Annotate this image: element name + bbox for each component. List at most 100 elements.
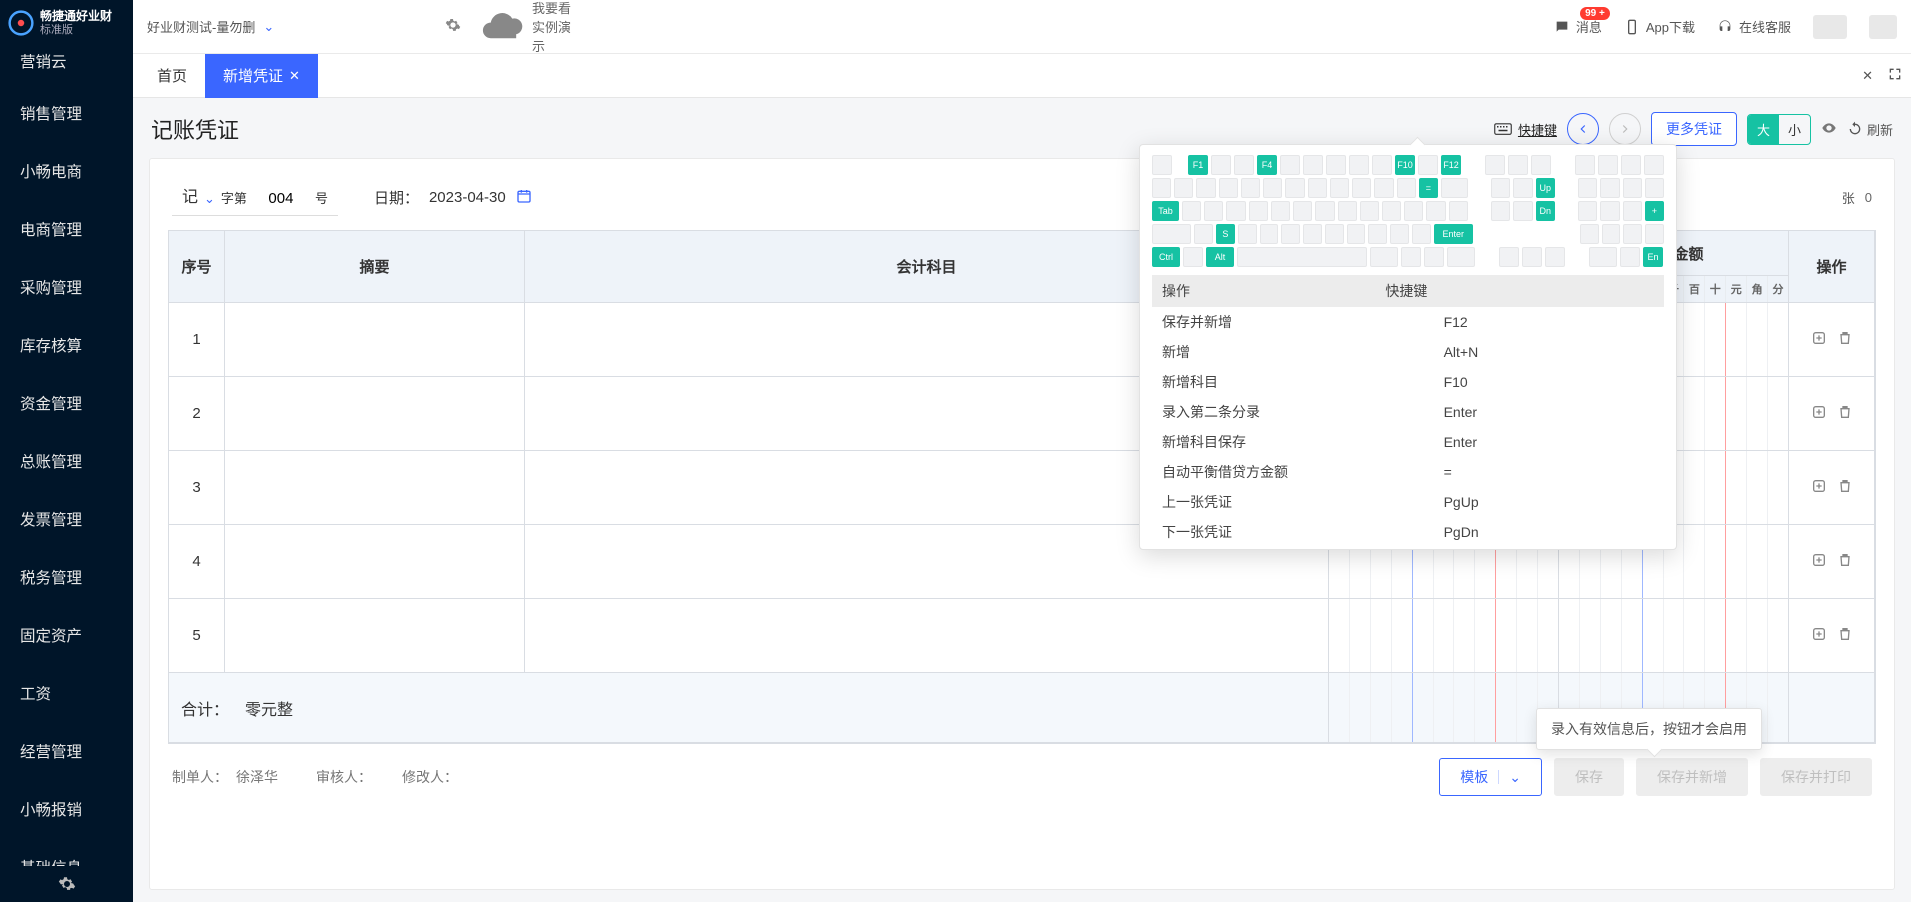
sidebar-item[interactable]: 发票管理 — [0, 490, 133, 548]
headset-icon — [1717, 19, 1733, 35]
add-row-button[interactable] — [1811, 330, 1827, 350]
delete-row-button[interactable] — [1837, 552, 1853, 572]
sidebar-item[interactable]: 电商管理 — [0, 200, 133, 258]
delete-row-button[interactable] — [1837, 626, 1853, 646]
keyboard-diagram: F1F4F10F12 =Up TabDn+ SEnter CtrlAltEn — [1152, 155, 1664, 267]
credit-cell[interactable] — [1559, 599, 1789, 673]
next-voucher-button[interactable] — [1609, 113, 1641, 145]
customer-service-button[interactable]: 在线客服 — [1717, 17, 1791, 36]
modifier-info: 修改人： — [402, 767, 458, 787]
shortcut-key: PgDn — [1434, 517, 1664, 543]
disabled-tip: 录入有效信息后，按钮才会启用 — [1536, 708, 1762, 750]
size-big[interactable]: 大 — [1748, 115, 1779, 144]
page-title: 记账凭证 — [151, 113, 239, 145]
col-summary: 摘要 — [225, 231, 525, 303]
summary-cell[interactable] — [225, 525, 525, 599]
attachment-label: 张 — [1842, 188, 1855, 207]
refresh-button[interactable]: 刷新 — [1847, 120, 1893, 139]
chevron-down-icon: ⌄ — [263, 19, 274, 35]
more-vouchers-button[interactable]: 更多凭证 — [1651, 112, 1737, 146]
topbar: 好业财测试-量勿删 ⌄ 我要看实例演示 消息 99 + App下载 — [133, 0, 1911, 54]
brand-version: 标准版 — [40, 24, 112, 36]
delete-row-button[interactable] — [1837, 478, 1853, 498]
refresh-icon — [1847, 121, 1863, 137]
account-cell[interactable] — [525, 599, 1329, 673]
attachment-button[interactable]: 0 — [1863, 190, 1872, 205]
add-row-button[interactable] — [1811, 552, 1827, 572]
sidebar-item[interactable]: 总账管理 — [0, 432, 133, 490]
sidebar-item[interactable]: 小畅报销 — [0, 780, 133, 838]
summary-cell[interactable] — [225, 599, 525, 673]
sidebar-item[interactable]: 税务管理 — [0, 548, 133, 606]
sidebar-item[interactable]: 采购管理 — [0, 258, 133, 316]
delete-row-button[interactable] — [1837, 404, 1853, 424]
sidebar-item[interactable]: 库存核算 — [0, 316, 133, 374]
shortcut-key: Enter — [1434, 397, 1664, 427]
chevron-down-icon[interactable]: ⌄ — [204, 191, 215, 207]
sidebar-item[interactable]: 经营管理 — [0, 722, 133, 780]
avatar-secondary[interactable] — [1869, 15, 1897, 39]
settings-button[interactable] — [0, 866, 133, 902]
sidebar-item[interactable]: 工资 — [0, 664, 133, 722]
message-icon — [1554, 19, 1570, 35]
nav: 营销云 销售管理 小畅电商 电商管理 采购管理 库存核算 资金管理 总账管理 发… — [0, 46, 133, 866]
summary-cell[interactable] — [225, 451, 525, 525]
shortcut-button[interactable]: 快捷键 — [1494, 120, 1557, 139]
debit-cell[interactable] — [1329, 599, 1559, 673]
tab-home[interactable]: 首页 — [139, 54, 205, 98]
shortcut-key: = — [1434, 457, 1664, 487]
tab-close-button[interactable]: ✕ — [1862, 68, 1873, 84]
close-icon[interactable]: ✕ — [289, 68, 300, 84]
mobile-icon — [1624, 19, 1640, 35]
delete-row-button[interactable] — [1837, 330, 1853, 350]
sidebar-item[interactable]: 资金管理 — [0, 374, 133, 432]
expand-icon — [1887, 66, 1903, 82]
total-row: 合计： 零元整 — [169, 673, 1329, 743]
demo-link[interactable]: 我要看实例演示 — [479, 0, 576, 55]
org-name: 好业财测试-量勿删 — [147, 17, 255, 36]
date-value[interactable]: 2023-04-30 — [429, 189, 506, 206]
shortcut-col-key: 快捷键 — [1375, 275, 1664, 307]
app-download-button[interactable]: App下载 — [1624, 17, 1695, 36]
sidebar: 畅捷通好业财 标准版 营销云 销售管理 小畅电商 电商管理 采购管理 库存核算 … — [0, 0, 133, 902]
fullscreen-button[interactable] — [1887, 66, 1903, 85]
cloud-icon — [479, 3, 526, 50]
calendar-icon[interactable] — [516, 188, 532, 208]
shortcut-col-op: 操作 — [1152, 275, 1375, 307]
voucher-number-input[interactable] — [253, 190, 309, 207]
sidebar-item[interactable]: 小畅电商 — [0, 142, 133, 200]
summary-cell[interactable] — [225, 303, 525, 377]
save-new-button[interactable]: 保存并新增 — [1636, 758, 1748, 796]
brand-icon — [8, 10, 34, 36]
prev-voucher-button[interactable] — [1567, 113, 1599, 145]
save-button[interactable]: 保存 — [1554, 758, 1624, 796]
table-row[interactable]: 5 — [169, 599, 1875, 673]
preview-button[interactable] — [1821, 120, 1837, 139]
chevron-down-icon: ⌄ — [1509, 769, 1521, 786]
org-settings-button[interactable] — [445, 17, 461, 36]
shortcut-key: F12 — [1434, 307, 1664, 337]
add-row-button[interactable] — [1811, 404, 1827, 424]
shortcut-popover: F1F4F10F12 =Up TabDn+ SEnter CtrlAltEn 操… — [1139, 144, 1677, 550]
add-row-button[interactable] — [1811, 478, 1827, 498]
sidebar-item[interactable]: 营销云 — [0, 46, 133, 84]
avatar[interactable] — [1813, 15, 1847, 39]
org-selector[interactable]: 好业财测试-量勿删 ⌄ — [147, 17, 427, 36]
col-ops: 操作 — [1789, 231, 1875, 303]
template-button[interactable]: 模板⌄ — [1439, 758, 1542, 796]
keyboard-icon — [1494, 122, 1512, 136]
sidebar-item[interactable]: 固定资产 — [0, 606, 133, 664]
messages-button[interactable]: 消息 99 + — [1554, 17, 1602, 36]
sidebar-item[interactable]: 基础信息 — [0, 838, 133, 866]
size-small[interactable]: 小 — [1779, 115, 1810, 144]
summary-cell[interactable] — [225, 377, 525, 451]
brand-name: 畅捷通好业财 — [40, 10, 112, 23]
size-toggle[interactable]: 大 小 — [1747, 114, 1811, 145]
tab-new-voucher[interactable]: 新增凭证 ✕ — [205, 54, 318, 98]
add-row-button[interactable] — [1811, 626, 1827, 646]
date-label: 日期： — [374, 187, 419, 208]
shortcut-op: 下一张凭证 — [1152, 517, 1434, 543]
sidebar-item[interactable]: 销售管理 — [0, 84, 133, 142]
save-print-button[interactable]: 保存并打印 — [1760, 758, 1872, 796]
maker-info: 制单人： 徐泽华 — [172, 767, 286, 787]
